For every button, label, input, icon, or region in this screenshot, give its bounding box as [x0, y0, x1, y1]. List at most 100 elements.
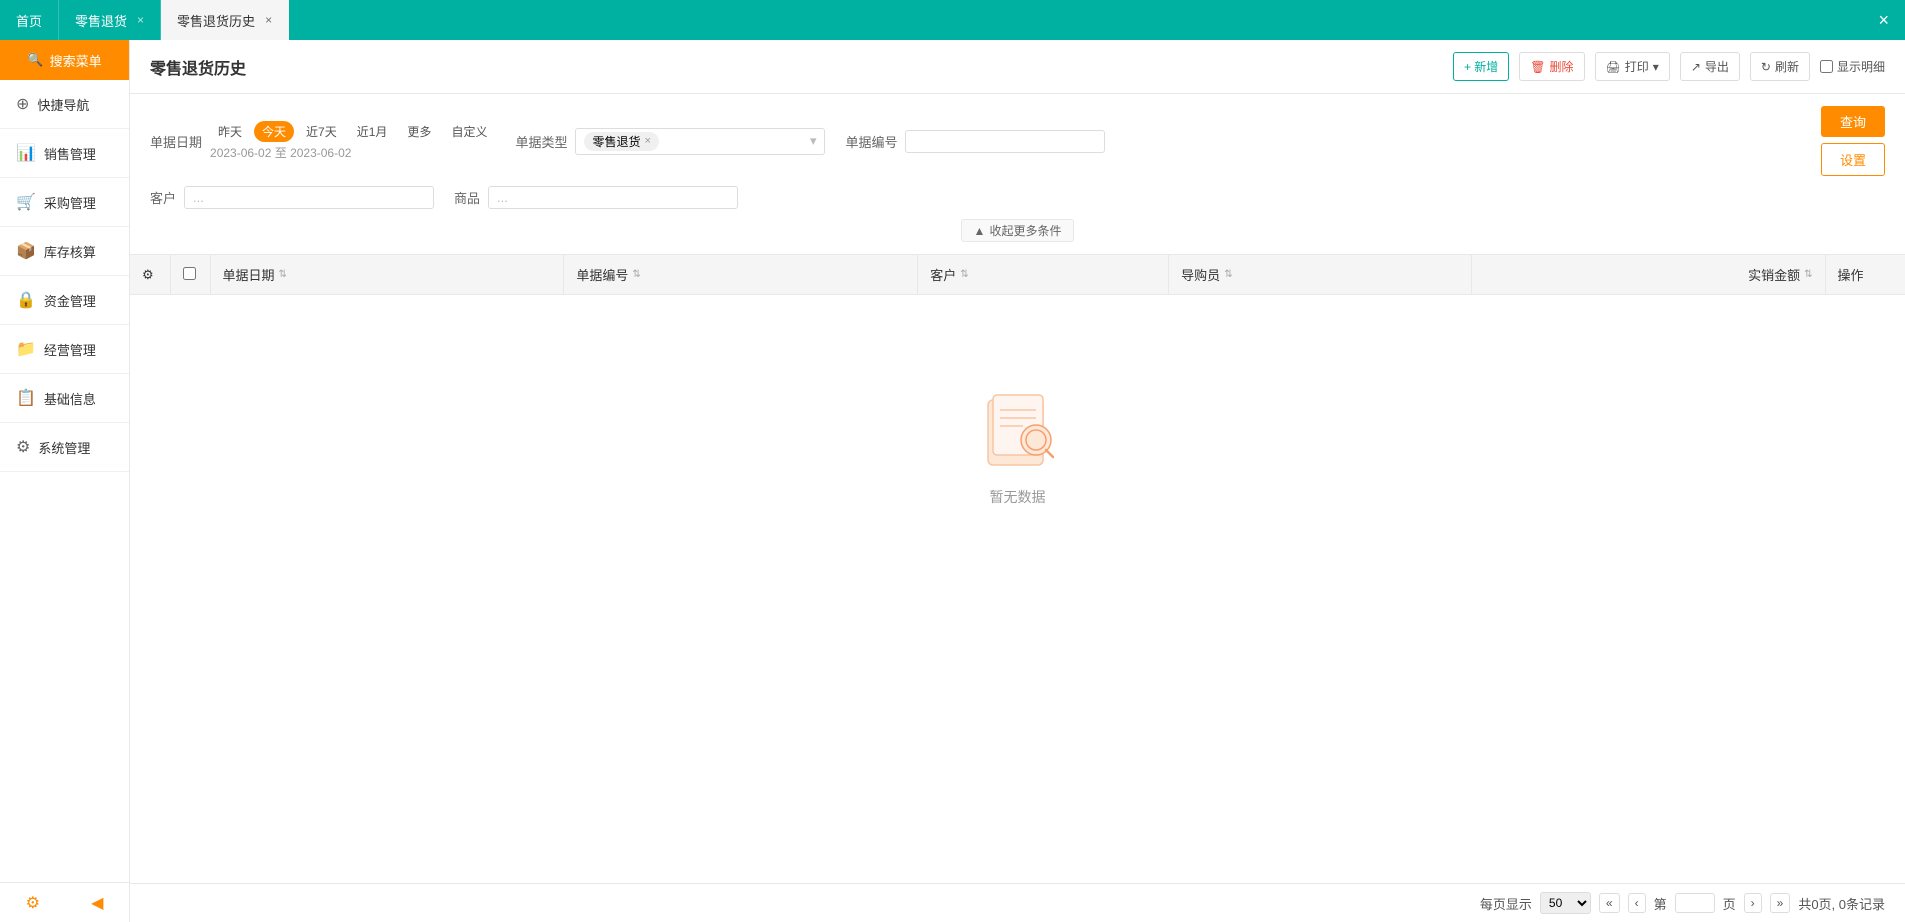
total-label: 共0页, 0条记录 [1798, 894, 1885, 913]
show-detail-checkbox-label[interactable]: 显示明细 [1820, 58, 1885, 75]
query-set-area: 查询 设置 [1821, 106, 1885, 176]
filter-doc-no: 单据编号 [845, 130, 1105, 153]
per-page-select[interactable]: 10 20 50 100 [1540, 892, 1591, 914]
sidebar: 🔍 搜索菜单 ⊕ 快捷导航 📊 销售管理 🛒 采购管理 📦 库存核算 🔒 [0, 40, 130, 922]
th-guide-sort-icon: ⇅ [1224, 269, 1232, 280]
set-button[interactable]: 设置 [1821, 143, 1885, 176]
date-option-1month[interactable]: 近1月 [349, 121, 396, 142]
th-doc-no[interactable]: 单据编号 ⇅ [564, 255, 918, 295]
print-label: 打印 [1625, 58, 1649, 75]
customer-select[interactable]: ... [184, 186, 434, 209]
tab-home-label: 首页 [16, 11, 42, 30]
collapse-row: ▲ 收起更多条件 [150, 219, 1885, 242]
sidebar-item-quick-nav[interactable]: ⊕ 快捷导航 [0, 80, 129, 129]
table-body: 暂无数据 [130, 295, 1905, 588]
date-option-today[interactable]: 今天 [254, 121, 294, 142]
table-header: ⚙ 单据日期 ⇅ 单据编号 [130, 255, 1905, 295]
page-title: 零售退货历史 [150, 55, 246, 79]
doc-type-label: 单据类型 [515, 132, 567, 151]
refresh-button[interactable]: ↻ 刷新 [1750, 52, 1810, 81]
no-data-area: 暂无数据 [130, 295, 1905, 587]
next-page-button[interactable]: › [1744, 893, 1762, 913]
export-button[interactable]: ↗ 导出 [1680, 52, 1740, 81]
th-customer-sort[interactable]: 客户 ⇅ [930, 265, 1156, 284]
first-page-button[interactable]: « [1599, 893, 1620, 913]
th-doc-no-label: 单据编号 [576, 265, 628, 284]
filter-area: 单据日期 昨天 今天 近7天 近1月 更多 自定义 2023-06-02 至 2… [130, 94, 1905, 255]
sidebar-search[interactable]: 🔍 搜索菜单 [0, 40, 129, 80]
delete-button[interactable]: 🗑 删除 [1519, 52, 1584, 81]
sidebar-item-basic-info[interactable]: 📋 基础信息 [0, 374, 129, 423]
purchase-icon: 🛒 [16, 192, 36, 212]
tab-bar: 首页 零售退货 × 零售退货历史 × [0, 0, 1862, 40]
no-data-illustration [968, 375, 1068, 475]
sidebar-collapse-button[interactable]: ◀ [91, 893, 103, 913]
doc-type-select[interactable]: 零售退货 × ▾ [575, 128, 825, 155]
print-button[interactable]: 🖨 打印 ▾ [1595, 52, 1670, 81]
show-detail-label: 显示明细 [1837, 58, 1885, 75]
sidebar-item-operations-label: 经营管理 [44, 340, 96, 359]
sidebar-item-operations[interactable]: 📁 经营管理 [0, 325, 129, 374]
th-date[interactable]: 单据日期 ⇅ [210, 255, 564, 295]
select-all-checkbox[interactable] [183, 267, 196, 280]
page-input[interactable]: 1 [1675, 893, 1715, 913]
date-option-more[interactable]: 更多 [399, 121, 439, 142]
th-guide[interactable]: 导购员 ⇅ [1169, 255, 1471, 295]
sidebar-item-sales[interactable]: 📊 销售管理 [0, 129, 129, 178]
th-customer[interactable]: 客户 ⇅ [918, 255, 1169, 295]
sidebar-item-system[interactable]: ⚙ 系统管理 [0, 423, 129, 472]
th-checkbox[interactable] [170, 255, 210, 295]
filter-customer: 客户 ... [150, 186, 434, 209]
date-option-custom[interactable]: 自定义 [443, 121, 495, 142]
print-arrow-icon: ▾ [1653, 60, 1659, 74]
th-gear[interactable]: ⚙ [130, 255, 170, 295]
sidebar-item-inventory-label: 库存核算 [44, 242, 96, 261]
gear-icon: ⚙ [142, 267, 154, 282]
no-data-text: 暂无数据 [990, 487, 1046, 507]
filter-row-2: 客户 ... 商品 ... [150, 186, 1885, 209]
goods-label: 商品 [454, 188, 480, 207]
tab-retail-return-close[interactable]: × [137, 13, 144, 27]
date-option-7days[interactable]: 近7天 [298, 121, 345, 142]
finance-icon: 🔒 [16, 290, 36, 310]
content-area: 零售退货历史 + 新增 🗑 删除 🖨 打印 ▾ ↗ 导出 ↻ [130, 40, 1905, 922]
collapse-button[interactable]: ▲ 收起更多条件 [961, 219, 1075, 242]
query-button[interactable]: 查询 [1821, 106, 1885, 137]
customer-ellipsis: ... [193, 190, 204, 205]
th-date-sort[interactable]: 单据日期 ⇅ [223, 265, 552, 284]
new-button[interactable]: + 新增 [1453, 52, 1509, 81]
prev-page-button[interactable]: ‹ [1628, 893, 1646, 913]
page-label: 第 [1654, 894, 1667, 913]
sidebar-item-purchase[interactable]: 🛒 采购管理 [0, 178, 129, 227]
tab-retail-return-history-close[interactable]: × [265, 13, 272, 27]
tab-retail-return-history[interactable]: 零售退货历史 × [161, 0, 289, 40]
tab-retail-return[interactable]: 零售退货 × [59, 0, 161, 40]
th-operation: 操作 [1825, 255, 1905, 295]
sidebar-item-quick-nav-label: 快捷导航 [37, 95, 89, 114]
collapse-icon: ▲ [974, 224, 986, 238]
doc-no-input[interactable] [905, 130, 1105, 153]
th-amount-sort[interactable]: 实销金额 ⇅ [1484, 265, 1813, 284]
show-detail-checkbox[interactable] [1820, 60, 1833, 73]
sidebar-item-system-label: 系统管理 [38, 438, 90, 457]
th-amount[interactable]: 实销金额 ⇅ [1471, 255, 1825, 295]
doc-type-tag-close[interactable]: × [644, 135, 650, 147]
export-icon: ↗ [1691, 60, 1701, 74]
delete-icon: 🗑 [1530, 60, 1545, 74]
tab-home[interactable]: 首页 [0, 0, 59, 40]
doc-no-label: 单据编号 [845, 132, 897, 151]
doc-type-tag-value: 零售退货 [592, 133, 640, 150]
window-close-button[interactable]: × [1862, 10, 1905, 31]
th-doc-no-sort[interactable]: 单据编号 ⇅ [576, 265, 905, 284]
th-guide-sort[interactable]: 导购员 ⇅ [1181, 265, 1458, 284]
goods-ellipsis: ... [497, 190, 508, 205]
sidebar-item-inventory[interactable]: 📦 库存核算 [0, 227, 129, 276]
sidebar-settings-button[interactable]: ⚙ [26, 893, 40, 913]
toolbar-actions: + 新增 🗑 删除 🖨 打印 ▾ ↗ 导出 ↻ 刷新 [1453, 52, 1885, 81]
operations-icon: 📁 [16, 339, 36, 359]
sidebar-item-finance[interactable]: 🔒 资金管理 [0, 276, 129, 325]
date-option-yesterday[interactable]: 昨天 [210, 121, 250, 142]
goods-select[interactable]: ... [488, 186, 738, 209]
last-page-button[interactable]: » [1770, 893, 1791, 913]
th-date-label: 单据日期 [223, 265, 275, 284]
